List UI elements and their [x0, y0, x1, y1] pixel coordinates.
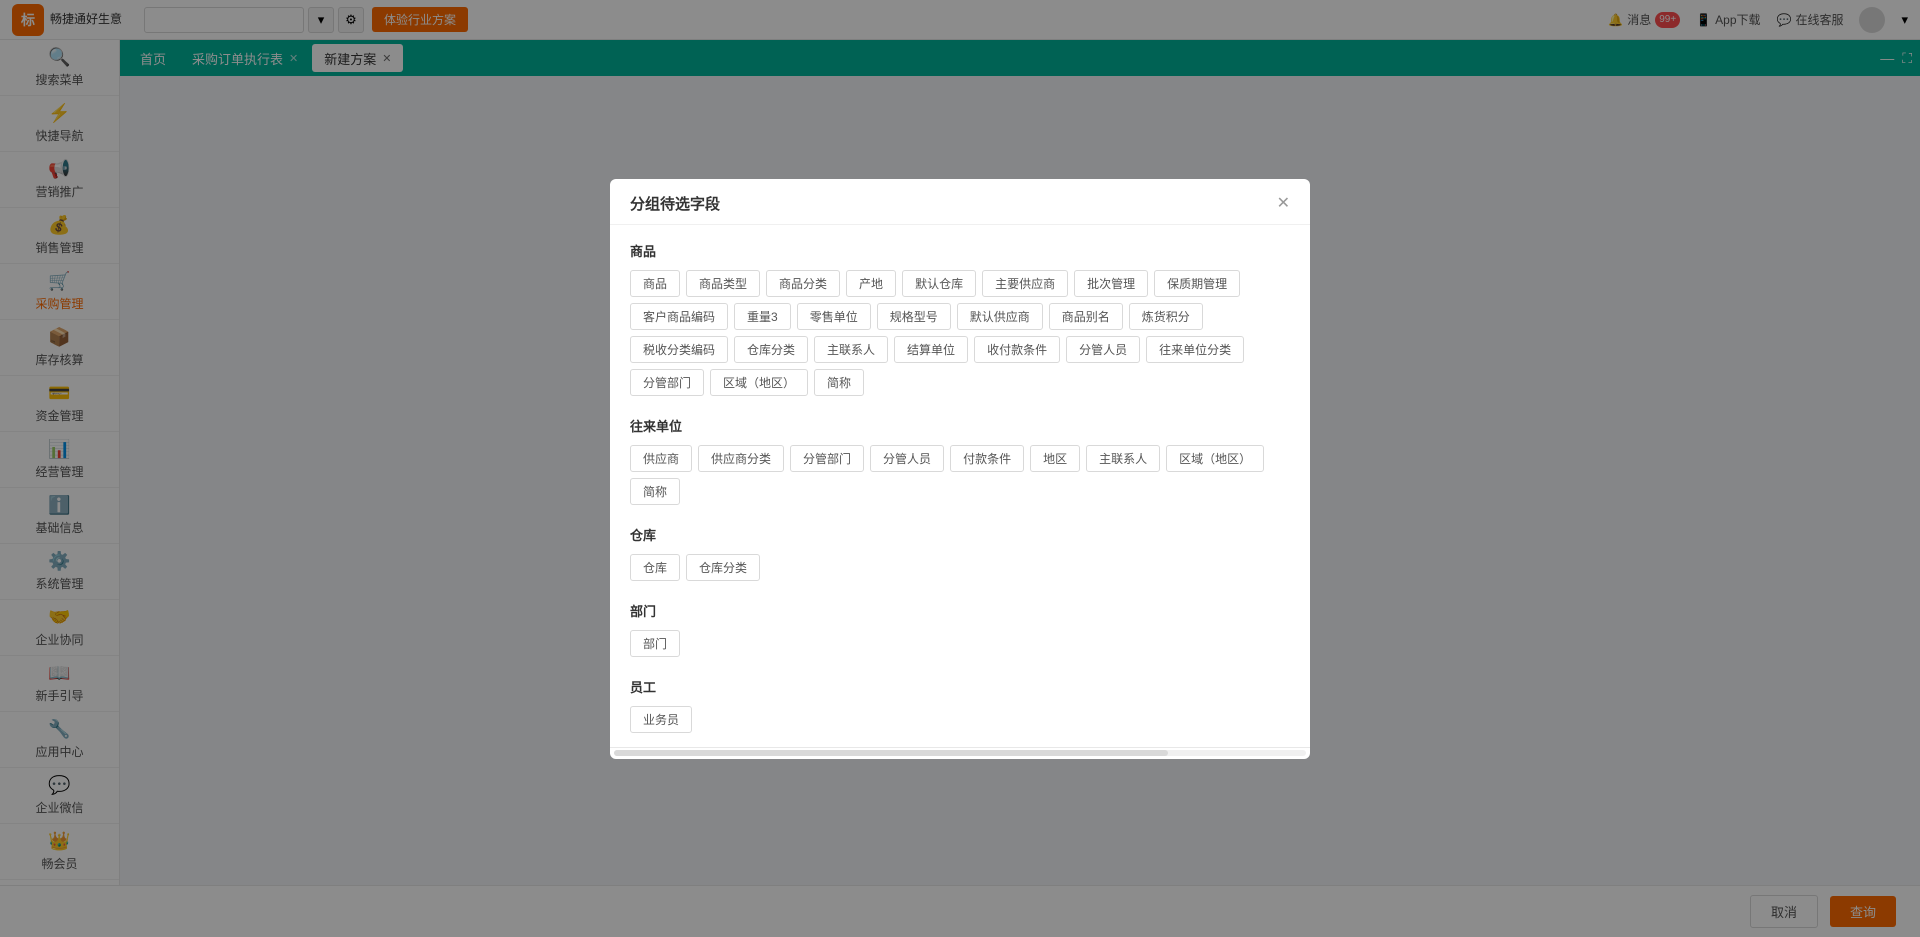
field-tag[interactable]: 主联系人	[814, 336, 888, 363]
field-tag[interactable]: 结算单位	[894, 336, 968, 363]
field-tag[interactable]: 仓库分类	[686, 554, 760, 581]
field-tag[interactable]: 产地	[846, 270, 896, 297]
section-warehouse: 仓库 仓库 仓库分类	[630, 525, 1290, 581]
section-employee-title: 员工	[630, 677, 1290, 696]
modal-header: 分组待选字段 ✕	[610, 179, 1310, 225]
field-tag[interactable]: 规格型号	[877, 303, 951, 330]
section-product-title: 商品	[630, 241, 1290, 260]
modal-close-btn[interactable]: ✕	[1277, 193, 1290, 213]
field-tag[interactable]: 分管部门	[630, 369, 704, 396]
modal-backdrop: 分组待选字段 ✕ 商品 商品 商品类型 商品分类 产地 默认仓库 主要供应商 批…	[0, 0, 1920, 937]
field-tag[interactable]: 地区	[1030, 445, 1080, 472]
field-tag[interactable]: 付款条件	[950, 445, 1024, 472]
field-tag[interactable]: 炼货积分	[1129, 303, 1203, 330]
section-department-title: 部门	[630, 601, 1290, 620]
section-warehouse-title: 仓库	[630, 525, 1290, 544]
modal-hscroll[interactable]	[610, 747, 1310, 758]
field-tag[interactable]: 零售单位	[797, 303, 871, 330]
field-tag[interactable]: 商品	[630, 270, 680, 297]
field-tag[interactable]: 分管人员	[870, 445, 944, 472]
field-tag[interactable]: 默认供应商	[957, 303, 1043, 330]
field-tag[interactable]: 商品类型	[686, 270, 760, 297]
field-tag[interactable]: 税收分类编码	[630, 336, 728, 363]
field-tag[interactable]: 客户商品编码	[630, 303, 728, 330]
field-tag[interactable]: 商品别名	[1049, 303, 1123, 330]
field-tag[interactable]: 商品分类	[766, 270, 840, 297]
section-department-fields: 部门	[630, 630, 1290, 657]
section-partner-title: 往来单位	[630, 416, 1290, 435]
field-tag[interactable]: 分管人员	[1066, 336, 1140, 363]
section-product: 商品 商品 商品类型 商品分类 产地 默认仓库 主要供应商 批次管理 保质期管理…	[630, 241, 1290, 396]
modal-title: 分组待选字段	[630, 193, 720, 214]
field-tag[interactable]: 收付款条件	[974, 336, 1060, 363]
field-tag[interactable]: 仓库分类	[734, 336, 808, 363]
field-tag[interactable]: 重量3	[734, 303, 791, 330]
modal-body: 商品 商品 商品类型 商品分类 产地 默认仓库 主要供应商 批次管理 保质期管理…	[610, 225, 1310, 748]
field-tag[interactable]: 部门	[630, 630, 680, 657]
field-tag[interactable]: 简称	[814, 369, 864, 396]
field-tag[interactable]: 供应商分类	[698, 445, 784, 472]
field-select-modal: 分组待选字段 ✕ 商品 商品 商品类型 商品分类 产地 默认仓库 主要供应商 批…	[610, 179, 1310, 759]
section-partner-fields: 供应商 供应商分类 分管部门 分管人员 付款条件 地区 主联系人 区域（地区） …	[630, 445, 1290, 505]
field-tag[interactable]: 往来单位分类	[1146, 336, 1244, 363]
section-employee: 员工 业务员	[630, 677, 1290, 733]
field-tag[interactable]: 业务员	[630, 706, 692, 733]
field-tag[interactable]: 区域（地区）	[1166, 445, 1264, 472]
field-tag[interactable]: 主联系人	[1086, 445, 1160, 472]
field-tag[interactable]: 区域（地区）	[710, 369, 808, 396]
section-warehouse-fields: 仓库 仓库分类	[630, 554, 1290, 581]
field-tag[interactable]: 分管部门	[790, 445, 864, 472]
section-partner: 往来单位 供应商 供应商分类 分管部门 分管人员 付款条件 地区 主联系人 区域…	[630, 416, 1290, 505]
field-tag[interactable]: 主要供应商	[982, 270, 1068, 297]
section-department: 部门 部门	[630, 601, 1290, 657]
field-tag[interactable]: 简称	[630, 478, 680, 505]
field-tag[interactable]: 批次管理	[1074, 270, 1148, 297]
section-employee-fields: 业务员	[630, 706, 1290, 733]
section-product-fields: 商品 商品类型 商品分类 产地 默认仓库 主要供应商 批次管理 保质期管理 客户…	[630, 270, 1290, 396]
field-tag[interactable]: 默认仓库	[902, 270, 976, 297]
field-tag[interactable]: 仓库	[630, 554, 680, 581]
field-tag[interactable]: 供应商	[630, 445, 692, 472]
field-tag[interactable]: 保质期管理	[1154, 270, 1240, 297]
